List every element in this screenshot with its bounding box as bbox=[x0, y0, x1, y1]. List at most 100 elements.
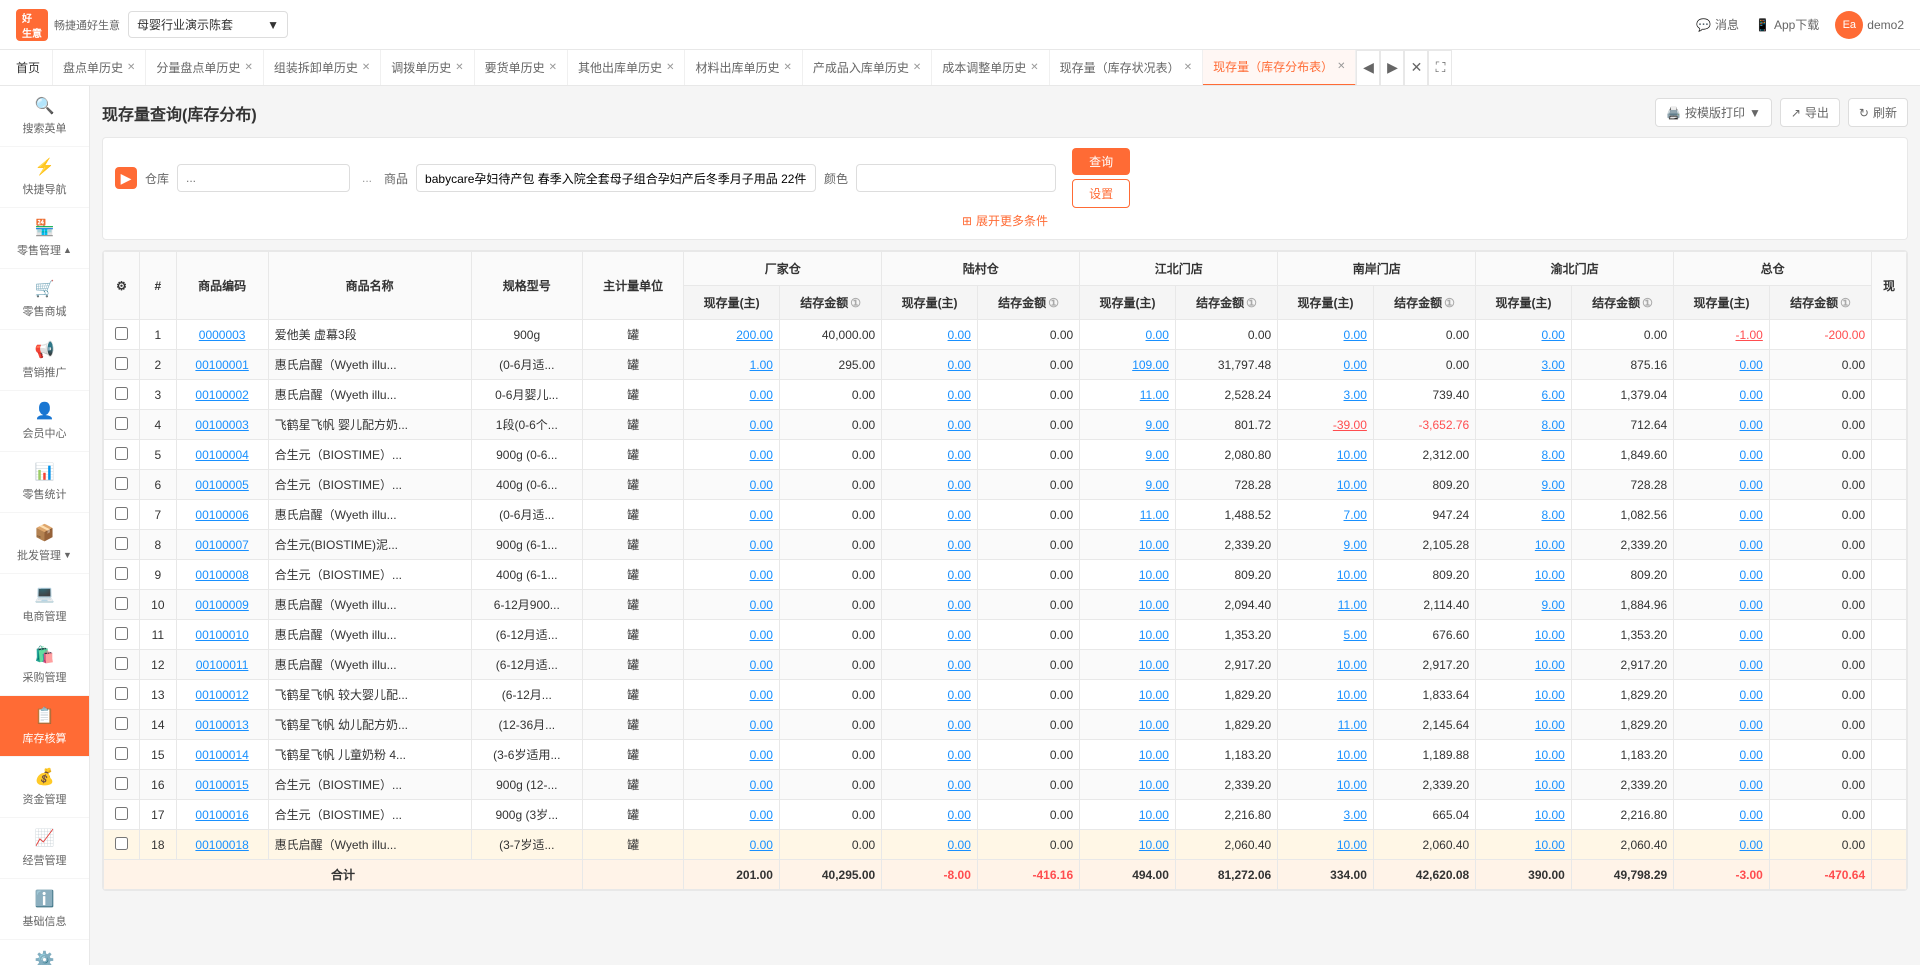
col-tot-qty: 现存量(主) bbox=[1674, 286, 1770, 320]
sidebar-item-search[interactable]: 🔍 搜索英单 bbox=[0, 86, 89, 147]
sidebar-item-finance[interactable]: 💰 资金管理 bbox=[0, 757, 89, 818]
tab-close-all[interactable]: ✕ bbox=[1404, 50, 1428, 86]
row-na-amt: 2,917.20 bbox=[1373, 650, 1475, 680]
refresh-button[interactable]: ↻ 刷新 bbox=[1848, 98, 1908, 127]
row-name: 惠氏启醒（Wyeth illu... bbox=[268, 830, 471, 860]
tab-stock-dist[interactable]: 现存量（库存分布表） ✕ bbox=[1203, 50, 1356, 86]
tab-close-icon[interactable]: ✕ bbox=[549, 62, 557, 73]
row-select[interactable] bbox=[104, 740, 140, 770]
row-tot-qty: 0.00 bbox=[1674, 800, 1770, 830]
store-selector[interactable]: 母婴行业演示陈套 ▼ bbox=[128, 11, 288, 38]
sidebar-item-nav[interactable]: ⚡ 快捷导航 bbox=[0, 147, 89, 208]
col-settings[interactable]: ⚙ bbox=[104, 252, 140, 320]
row-select[interactable] bbox=[104, 620, 140, 650]
row-select[interactable] bbox=[104, 590, 140, 620]
row-select[interactable] bbox=[104, 560, 140, 590]
row-select[interactable] bbox=[104, 410, 140, 440]
user-profile[interactable]: Ea demo2 bbox=[1835, 11, 1904, 39]
row-select[interactable] bbox=[104, 770, 140, 800]
tab-close-icon[interactable]: ✕ bbox=[1337, 61, 1345, 72]
product-input[interactable] bbox=[416, 164, 816, 192]
message-action[interactable]: 💬 消息 bbox=[1696, 16, 1739, 33]
row-jb-amt: 2,094.40 bbox=[1175, 590, 1277, 620]
row-name: 合生元（BIOSTIME）... bbox=[268, 770, 471, 800]
sidebar-label: 零售商城 bbox=[23, 303, 67, 319]
row-select[interactable] bbox=[104, 380, 140, 410]
tab-nav-next[interactable]: ▶ bbox=[1380, 50, 1404, 86]
tab-product-in[interactable]: 产成品入库单历史 ✕ bbox=[803, 50, 932, 86]
row-select[interactable] bbox=[104, 530, 140, 560]
tab-cost-adjust[interactable]: 成本调整单历史 ✕ bbox=[932, 50, 1049, 86]
tab-yaohuo[interactable]: 要货单历史 ✕ bbox=[475, 50, 568, 86]
sidebar-item-retail-stat[interactable]: 📊 零售统计 bbox=[0, 452, 89, 513]
tab-home[interactable]: 首页 bbox=[4, 50, 53, 86]
set-button[interactable]: 设置 bbox=[1072, 179, 1130, 208]
color-input[interactable] bbox=[856, 164, 1056, 192]
tab-stock-status[interactable]: 现存量（库存状况表） ✕ bbox=[1050, 50, 1203, 86]
sidebar-item-ecommerce[interactable]: 💻 电商管理 bbox=[0, 574, 89, 635]
sidebar-item-mall[interactable]: 🛒 零售商城 bbox=[0, 269, 89, 330]
row-select[interactable] bbox=[104, 350, 140, 380]
warehouse-input[interactable] bbox=[177, 164, 350, 192]
sidebar-item-purchase[interactable]: 🛍️ 采购管理 bbox=[0, 635, 89, 696]
sidebar-item-system[interactable]: ⚙️ 系统管理 bbox=[0, 940, 89, 965]
tab-nav-prev[interactable]: ◀ bbox=[1356, 50, 1380, 86]
tab-close-icon[interactable]: ✕ bbox=[1030, 62, 1038, 73]
row-name: 惠氏启醒（Wyeth illu... bbox=[268, 500, 471, 530]
row-yb-amt: 1,353.20 bbox=[1571, 620, 1673, 650]
row-select[interactable] bbox=[104, 680, 140, 710]
tab-diaobuo[interactable]: 调拨单历史 ✕ bbox=[381, 50, 474, 86]
tab-close-icon[interactable]: ✕ bbox=[783, 62, 791, 73]
row-l-qty: 0.00 bbox=[882, 800, 978, 830]
sidebar-item-basic-info[interactable]: ℹ️ 基础信息 bbox=[0, 879, 89, 940]
sidebar-item-member[interactable]: 👤 会员中心 bbox=[0, 391, 89, 452]
filter-area: ▶ 仓库 ... 商品 颜色 查询 设置 ⊞ 展开更多条件 bbox=[102, 137, 1908, 240]
row-f-qty: 0.00 bbox=[684, 710, 780, 740]
sidebar-label: 零售管理 ▲ bbox=[17, 242, 72, 258]
tab-fenpan[interactable]: 分量盘点单历史 ✕ bbox=[146, 50, 263, 86]
col-f-qty: 现存量(主) bbox=[684, 286, 780, 320]
table-col-group-row: ⚙ # 商品编码 商品名称 规格型号 主计量单位 厂家仓 陆村仓 江北门店 南岸… bbox=[104, 252, 1907, 286]
tab-close-icon[interactable]: ✕ bbox=[666, 62, 674, 73]
row-select[interactable] bbox=[104, 710, 140, 740]
row-f-amt: 0.00 bbox=[779, 830, 881, 860]
row-select[interactable] bbox=[104, 800, 140, 830]
print-button[interactable]: 🖨️ 按模版打印 ▼ bbox=[1655, 98, 1772, 127]
tab-close-icon[interactable]: ✕ bbox=[455, 62, 463, 73]
tab-material-out[interactable]: 材料出库单历史 ✕ bbox=[685, 50, 802, 86]
total-na-qty: 334.00 bbox=[1278, 860, 1374, 890]
export-button[interactable]: ↗ 导出 bbox=[1780, 98, 1840, 127]
username: demo2 bbox=[1867, 18, 1904, 32]
tab-zuzhuang[interactable]: 组装拆卸单历史 ✕ bbox=[264, 50, 381, 86]
filter-toggle-btn[interactable]: ▶ bbox=[115, 167, 137, 189]
row-select[interactable] bbox=[104, 440, 140, 470]
row-tot-amt: 0.00 bbox=[1769, 440, 1871, 470]
row-select[interactable] bbox=[104, 830, 140, 860]
tab-expand[interactable]: ⛶ bbox=[1428, 50, 1452, 86]
row-no: 16 bbox=[140, 770, 177, 800]
row-select[interactable] bbox=[104, 650, 140, 680]
row-tot-qty: 0.00 bbox=[1674, 830, 1770, 860]
tab-close-icon[interactable]: ✕ bbox=[127, 62, 135, 73]
row-select[interactable] bbox=[104, 500, 140, 530]
tab-close-icon[interactable]: ✕ bbox=[1184, 62, 1192, 73]
tab-other-out[interactable]: 其他出库单历史 ✕ bbox=[568, 50, 685, 86]
sidebar-item-inventory[interactable]: 📋 库存核算 bbox=[0, 696, 89, 757]
tab-close-icon[interactable]: ✕ bbox=[362, 62, 370, 73]
row-spec: (6-12月适... bbox=[471, 650, 582, 680]
tab-close-icon[interactable]: ✕ bbox=[913, 62, 921, 73]
row-jb-qty: 11.00 bbox=[1080, 380, 1176, 410]
col-group-total: 总仓 bbox=[1674, 252, 1872, 286]
sidebar-item-retail-mgmt[interactable]: 🏪 零售管理 ▲ bbox=[0, 208, 89, 269]
tab-close-icon[interactable]: ✕ bbox=[244, 62, 252, 73]
row-select[interactable] bbox=[104, 470, 140, 500]
row-tot-amt: 0.00 bbox=[1769, 530, 1871, 560]
row-select[interactable] bbox=[104, 320, 140, 350]
app-download-action[interactable]: 📱 App下载 bbox=[1755, 16, 1819, 33]
sidebar-item-marketing[interactable]: 📢 营销推广 bbox=[0, 330, 89, 391]
sidebar-item-biz-mgmt[interactable]: 📈 经营管理 bbox=[0, 818, 89, 879]
tab-pandian[interactable]: 盘点单历史 ✕ bbox=[53, 50, 146, 86]
query-button[interactable]: 查询 bbox=[1072, 148, 1130, 175]
expand-conditions-btn[interactable]: ⊞ 展开更多条件 bbox=[115, 212, 1895, 229]
sidebar-item-wholesale[interactable]: 📦 批发管理 ▼ bbox=[0, 513, 89, 574]
